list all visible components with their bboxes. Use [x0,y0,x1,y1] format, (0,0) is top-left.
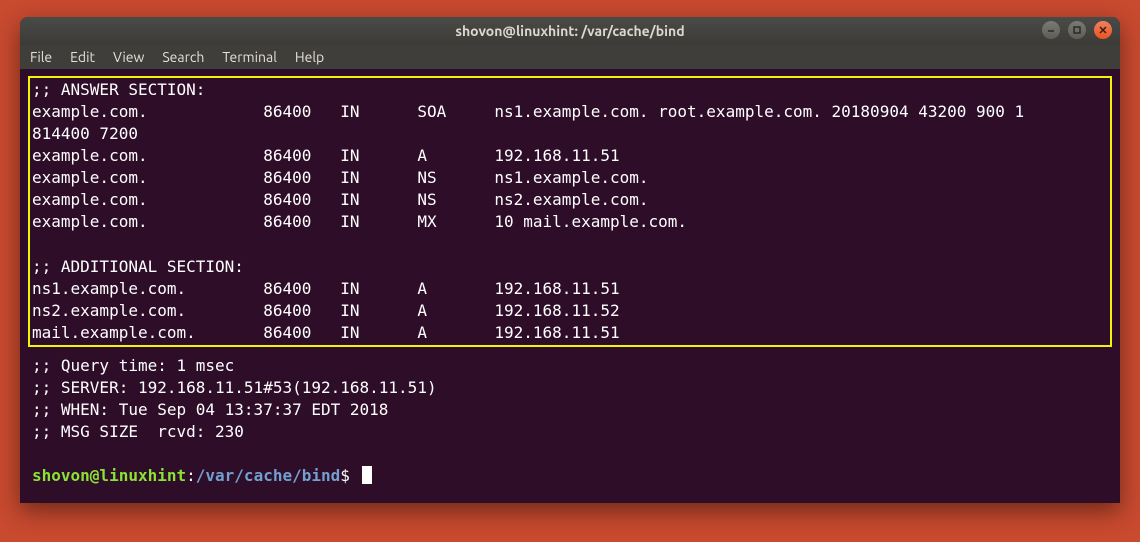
menu-help[interactable]: Help [295,49,324,65]
window-title: shovon@linuxhint: /var/cache/bind [455,23,684,39]
terminal-body[interactable]: ;; ANSWER SECTION: example.com. 86400 IN… [20,69,1120,503]
additional-row: ns2.example.com. 86400 IN A 192.168.11.5… [32,300,1108,322]
prompt-colon: : [186,466,196,485]
menu-terminal[interactable]: Terminal [222,49,277,65]
footer-row: ;; Query time: 1 msec [32,355,1108,377]
answer-row: 814400 7200 [32,123,1108,145]
answer-header: ;; ANSWER SECTION: [32,79,1108,101]
additional-row: ns1.example.com. 86400 IN A 192.168.11.5… [32,278,1108,300]
answer-row: example.com. 86400 IN MX 10 mail.example… [32,211,1108,233]
menu-view[interactable]: View [113,49,144,65]
answer-row: example.com. 86400 IN NS ns2.example.com… [32,189,1108,211]
terminal-window: shovon@linuxhint: /var/cache/bind File E… [20,17,1120,503]
prompt-user: shovon@linuxhint [32,466,186,485]
prompt-symbol: $ [340,466,350,485]
additional-row: mail.example.com. 86400 IN A 192.168.11.… [32,322,1108,344]
additional-header: ;; ADDITIONAL SECTION: [32,256,1108,278]
menu-file[interactable]: File [30,49,52,65]
answer-row: example.com. 86400 IN A 192.168.11.51 [32,145,1108,167]
window-controls [1042,21,1112,39]
footer-row: ;; MSG SIZE rcvd: 230 [32,421,1108,443]
answer-row: example.com. 86400 IN SOA ns1.example.co… [32,101,1108,123]
highlight-box: ;; ANSWER SECTION: example.com. 86400 IN… [28,76,1112,347]
titlebar: shovon@linuxhint: /var/cache/bind [20,17,1120,45]
footer-row: ;; SERVER: 192.168.11.51#53(192.168.11.5… [32,377,1108,399]
footer-row: ;; WHEN: Tue Sep 04 13:37:37 EDT 2018 [32,399,1108,421]
prompt-path: /var/cache/bind [196,466,341,485]
blank-line [32,234,1108,256]
menu-search[interactable]: Search [162,49,204,65]
cursor-icon [362,466,372,484]
blank-line [32,443,1108,465]
minimize-button[interactable] [1042,21,1060,39]
close-button[interactable] [1094,21,1112,39]
menu-edit[interactable]: Edit [70,49,95,65]
answer-row: example.com. 86400 IN NS ns1.example.com… [32,167,1108,189]
prompt-line[interactable]: shovon@linuxhint:/var/cache/bind$ [32,465,1108,487]
maximize-button[interactable] [1068,21,1086,39]
menubar: File Edit View Search Terminal Help [20,45,1120,69]
